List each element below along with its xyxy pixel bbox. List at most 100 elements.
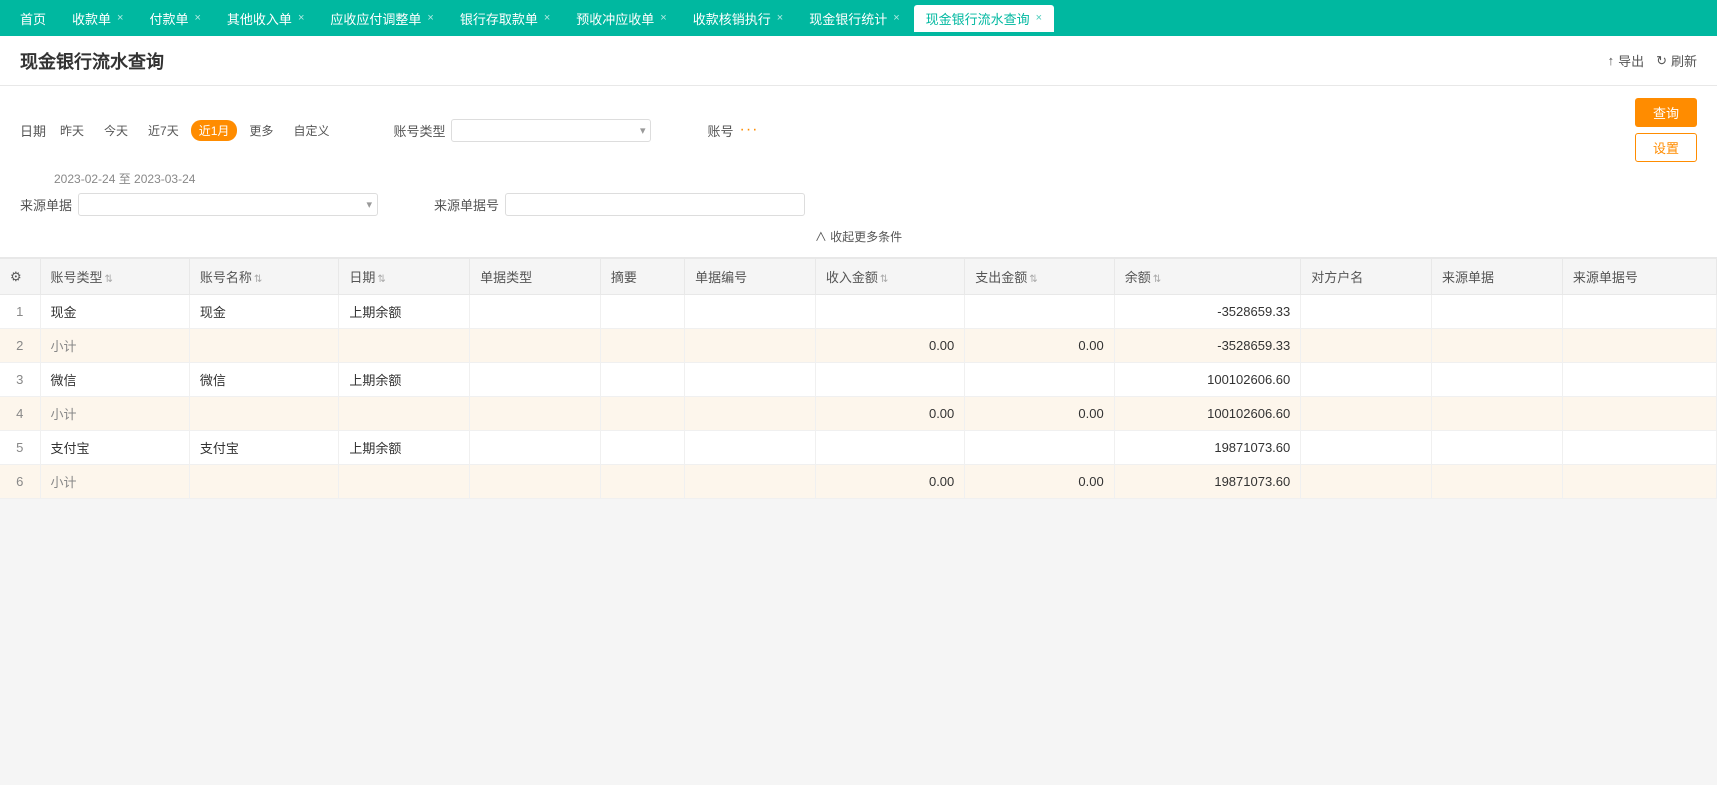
table-row: 3微信微信上期余额100102606.60 xyxy=(0,363,1717,397)
header-actions: ↑ 导出 ↻ 刷新 xyxy=(1608,51,1697,70)
source-doc-no-input[interactable] xyxy=(505,193,805,216)
filter-area: 日期 昨天 今天 近7天 近1月 更多 自定义 账号类型 账号 ··· xyxy=(0,86,1717,258)
row-number: 3 xyxy=(0,363,40,397)
nav-close-verify[interactable]: × xyxy=(777,12,783,24)
cell-income: 0.00 xyxy=(815,465,964,499)
table-row: 4小计0.000.00100102606.60 xyxy=(0,397,1717,431)
col-gear[interactable]: ⚙ xyxy=(0,259,40,295)
cell-counterpart xyxy=(1301,363,1432,397)
cell-account-name: 现金 xyxy=(189,295,338,329)
action-buttons: 查询 设置 xyxy=(1635,98,1697,162)
date-opt-custom[interactable]: 自定义 xyxy=(285,120,337,141)
page-title: 现金银行流水查询 xyxy=(20,48,164,74)
cell-source-doc-no xyxy=(1562,295,1716,329)
cell-balance: -3528659.33 xyxy=(1114,329,1301,363)
nav-item-other-income[interactable]: 其他收入单 × xyxy=(215,5,316,32)
cell-expense xyxy=(965,363,1114,397)
nav-close-bank-flow[interactable]: × xyxy=(1036,12,1042,24)
cell-source-doc-no xyxy=(1562,329,1716,363)
nav-close-prepay[interactable]: × xyxy=(660,12,666,24)
row-number: 6 xyxy=(0,465,40,499)
cell-summary xyxy=(600,295,684,329)
cell-account-type: 小计 xyxy=(40,465,189,499)
refresh-button[interactable]: ↻ 刷新 xyxy=(1656,51,1697,70)
source-doc-no-filter-group: 来源单据号 xyxy=(434,193,805,216)
cell-account-name xyxy=(189,329,338,363)
col-income[interactable]: 收入金额⇅ xyxy=(815,259,964,295)
query-button[interactable]: 查询 xyxy=(1635,98,1697,127)
col-date[interactable]: 日期⇅ xyxy=(339,259,470,295)
cell-counterpart xyxy=(1301,295,1432,329)
cell-balance: 100102606.60 xyxy=(1114,363,1301,397)
cell-summary xyxy=(600,397,684,431)
cell-source-doc xyxy=(1432,431,1563,465)
cell-counterpart xyxy=(1301,397,1432,431)
date-filter-group: 日期 昨天 今天 近7天 近1月 更多 自定义 xyxy=(20,120,337,141)
col-expense[interactable]: 支出金额⇅ xyxy=(965,259,1114,295)
cell-date: 上期余额 xyxy=(339,295,470,329)
cell-expense xyxy=(965,431,1114,465)
nav-item-bank-stat[interactable]: 现金银行统计 × xyxy=(797,5,911,32)
cell-account-type: 小计 xyxy=(40,329,189,363)
cell-counterpart xyxy=(1301,465,1432,499)
cell-balance: 100102606.60 xyxy=(1114,397,1301,431)
nav-item-adjust[interactable]: 应收应付调整单 × xyxy=(318,5,445,32)
cell-account-type: 小计 xyxy=(40,397,189,431)
page-header: 现金银行流水查询 ↑ 导出 ↻ 刷新 xyxy=(0,36,1717,86)
cell-expense: 0.00 xyxy=(965,465,1114,499)
nav-item-bank-deposit[interactable]: 银行存取款单 × xyxy=(448,5,562,32)
date-opt-7days[interactable]: 近7天 xyxy=(140,120,187,141)
data-table: ⚙ 账号类型⇅ 账号名称⇅ 日期⇅ 单据类型 摘要 单据编号 收入金额⇅ xyxy=(0,258,1717,499)
refresh-icon: ↻ xyxy=(1656,53,1667,69)
cell-source-doc xyxy=(1432,295,1563,329)
account-type-select-wrapper xyxy=(451,119,651,142)
source-doc-select-wrapper xyxy=(78,193,378,216)
nav-item-home[interactable]: 首页 xyxy=(8,5,58,32)
cell-account-name xyxy=(189,397,338,431)
nav-close-receipt[interactable]: × xyxy=(117,12,123,24)
nav-close-adjust[interactable]: × xyxy=(427,12,433,24)
cell-date xyxy=(339,465,470,499)
source-doc-select[interactable] xyxy=(78,193,378,216)
cell-source-doc-no xyxy=(1562,431,1716,465)
table-row: 1现金现金上期余额-3528659.33 xyxy=(0,295,1717,329)
cell-expense: 0.00 xyxy=(965,397,1114,431)
date-opt-today[interactable]: 今天 xyxy=(96,120,136,141)
cell-account-type: 支付宝 xyxy=(40,431,189,465)
table-row: 6小计0.000.0019871073.60 xyxy=(0,465,1717,499)
nav-item-verify[interactable]: 收款核销执行 × xyxy=(681,5,795,32)
cell-income xyxy=(815,431,964,465)
nav-close-payment[interactable]: × xyxy=(194,12,200,24)
nav-item-prepay[interactable]: 预收冲应收单 × xyxy=(564,5,678,32)
nav-item-receipt[interactable]: 收款单 × xyxy=(60,5,135,32)
col-account-type[interactable]: 账号类型⇅ xyxy=(40,259,189,295)
col-account-name[interactable]: 账号名称⇅ xyxy=(189,259,338,295)
settings-button[interactable]: 设置 xyxy=(1635,133,1697,162)
cell-counterpart xyxy=(1301,431,1432,465)
cell-doc-no xyxy=(685,397,816,431)
cell-expense: 0.00 xyxy=(965,329,1114,363)
date-opt-yesterday[interactable]: 昨天 xyxy=(52,120,92,141)
cell-source-doc xyxy=(1432,329,1563,363)
account-dots-button[interactable]: ··· xyxy=(739,121,758,139)
nav-item-bank-flow[interactable]: 现金银行流水查询 × xyxy=(914,5,1054,32)
cell-source-doc xyxy=(1432,363,1563,397)
cell-balance: 19871073.60 xyxy=(1114,465,1301,499)
cell-source-doc xyxy=(1432,397,1563,431)
export-button[interactable]: ↑ 导出 xyxy=(1608,51,1645,70)
nav-close-bank-deposit[interactable]: × xyxy=(544,12,550,24)
account-type-select[interactable] xyxy=(451,119,651,142)
collapse-bar[interactable]: ∧ 收起更多条件 xyxy=(20,224,1697,249)
nav-item-payment[interactable]: 付款单 × xyxy=(137,5,212,32)
date-opt-more[interactable]: 更多 xyxy=(241,120,281,141)
nav-close-other-income[interactable]: × xyxy=(298,12,304,24)
col-balance[interactable]: 余额⇅ xyxy=(1114,259,1301,295)
cell-doc-type xyxy=(470,295,601,329)
cell-doc-no xyxy=(685,431,816,465)
filter-row-2: 来源单据 来源单据号 xyxy=(20,193,1697,216)
cell-source-doc-no xyxy=(1562,363,1716,397)
cell-date xyxy=(339,329,470,363)
nav-close-bank-stat[interactable]: × xyxy=(893,12,899,24)
date-opt-1month[interactable]: 近1月 xyxy=(191,120,238,141)
row-number: 5 xyxy=(0,431,40,465)
